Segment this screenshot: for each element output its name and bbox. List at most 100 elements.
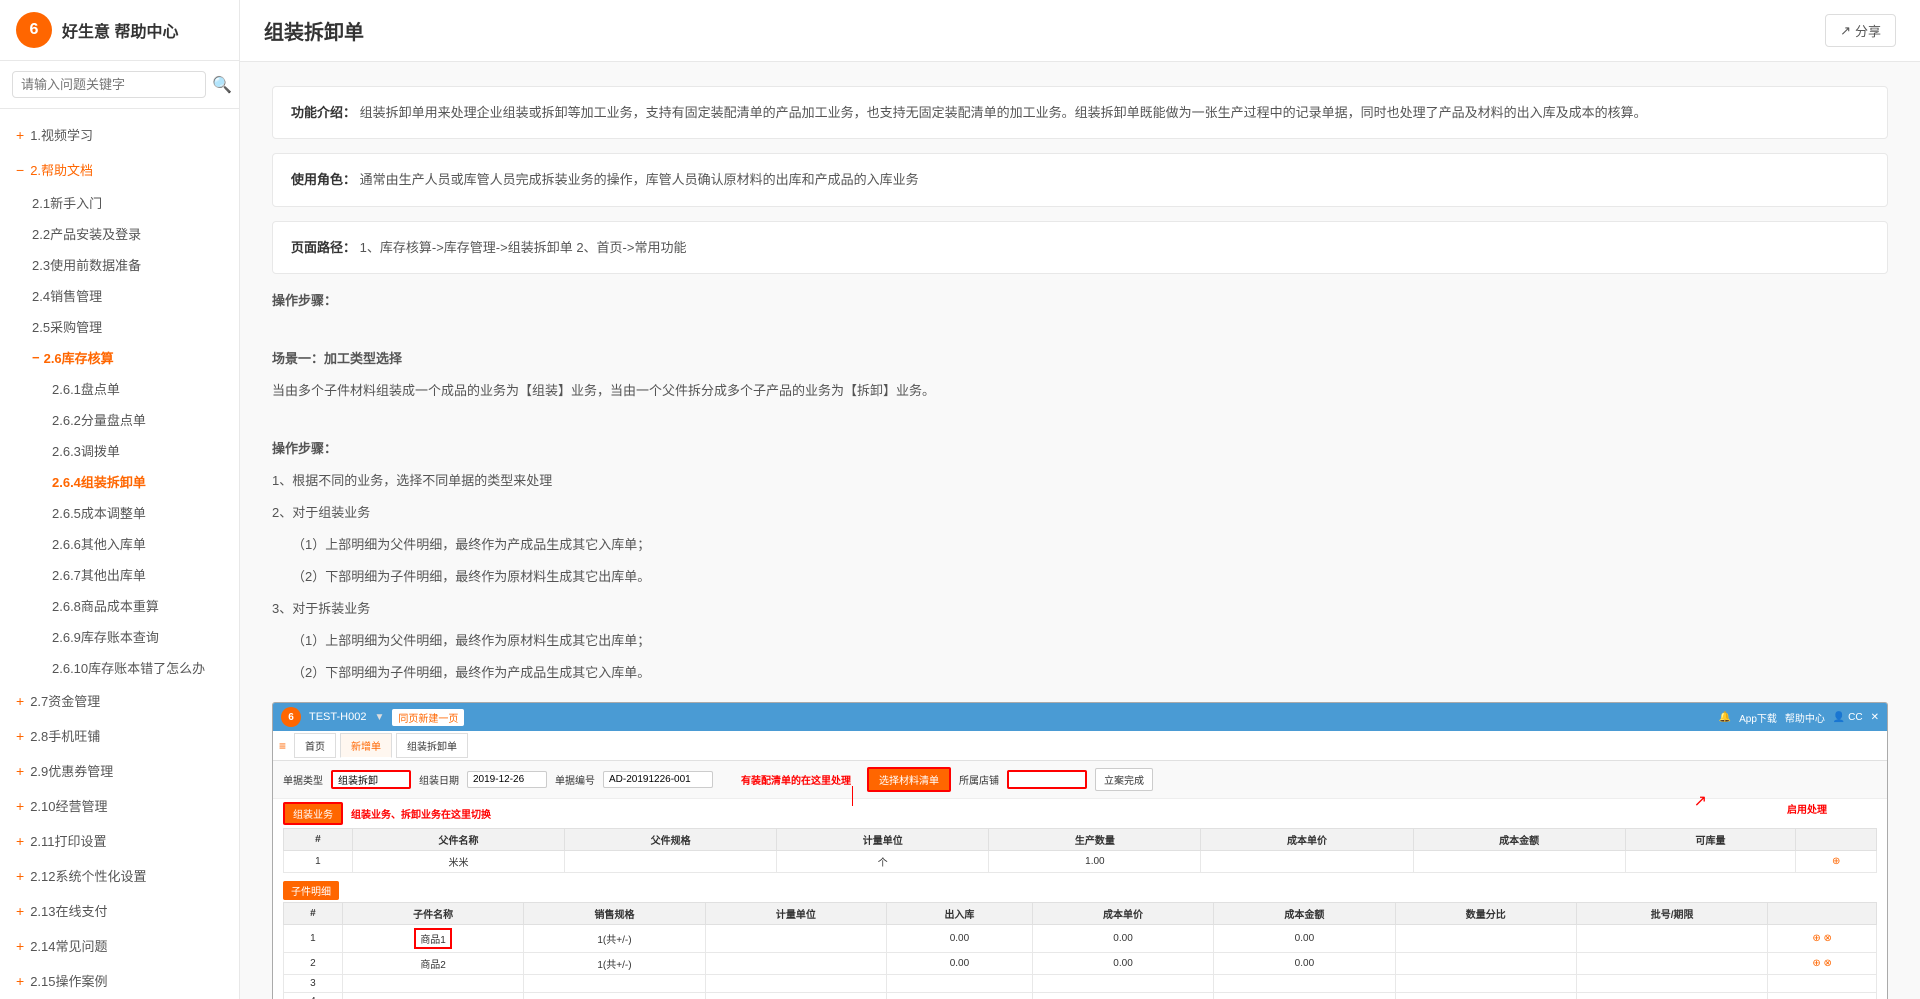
search-input[interactable]	[12, 71, 206, 98]
row-ratio	[1395, 925, 1576, 953]
form-date-label: 组装日期	[419, 772, 459, 787]
row-num: 2	[284, 953, 343, 975]
sidebar-item-label: 2.6.2分量盘点单	[52, 410, 146, 429]
sidebar-item-costcalc[interactable]: 2.6.8商品成本重算	[0, 590, 239, 621]
form-order-input[interactable]	[603, 771, 713, 788]
path-label: 页面路径：	[291, 240, 356, 255]
row-batch	[1576, 953, 1767, 975]
lower-table-row-2: 2 商品2 1(共+/-) 0.00 0.00 0.00 ⊕ ⊗	[284, 953, 1877, 975]
row-unit	[705, 925, 886, 953]
sidebar-item-label: 2.6.3调拨单	[52, 441, 120, 460]
col-actions	[1796, 829, 1877, 851]
plus-icon: +	[16, 973, 24, 989]
sidebar-item-costadj[interactable]: 2.6.5成本调整单	[0, 497, 239, 528]
row-cost: 0.00	[887, 925, 1033, 953]
col-unit: 计量单位	[705, 903, 886, 925]
sidebar-item-stockcheck[interactable]: 2.6.9库存账本查询	[0, 621, 239, 652]
sidebar-item-coupon[interactable]: + 2.9优惠券管理	[0, 753, 239, 788]
sidebar-item-adjustment[interactable]: 2.6.3调拨单	[0, 435, 239, 466]
row-action[interactable]: ⊕ ⊗	[1768, 925, 1877, 953]
step2-2-text: （2）下部明细为子件明细，最终作为原材料生成其它出库单。	[272, 564, 1888, 590]
sidebar-item-label: 2.帮助文档	[30, 160, 93, 179]
sidebar-item-onlinepay[interactable]: + 2.13在线支付	[0, 893, 239, 928]
form-type-label: 单据类型	[283, 772, 323, 787]
function-intro-block: 功能介绍： 组装拆卸单用来处理企业组装或拆卸等加工业务，支持有固定装配清单的产品…	[272, 86, 1888, 139]
sidebar-item-sysconfig[interactable]: + 2.12系统个性化设置	[0, 858, 239, 893]
close-icon[interactable]: ✕	[1871, 712, 1879, 723]
sidebar-item-label: 2.6.6其他入库单	[52, 534, 146, 553]
share-label: 分享	[1855, 21, 1881, 40]
function-intro-label: 功能介绍：	[291, 105, 356, 120]
app-icon-help: 帮助中心	[1785, 710, 1825, 725]
sidebar-item-label: 2.7资金管理	[30, 691, 100, 710]
sidebar-item-purchase[interactable]: 2.5采购管理	[0, 311, 239, 342]
sidebar-item-label: 2.11打印设置	[30, 831, 106, 850]
sidebar-item-stockerr[interactable]: 2.6.10库存账本错了怎么办	[0, 652, 239, 683]
row-cost-amount	[1413, 851, 1625, 873]
col-qty: 生产数量	[989, 829, 1201, 851]
app-tab-new[interactable]: 新增单	[340, 733, 392, 758]
row-spec: 1(共+/-)	[524, 925, 705, 953]
row-num: 1	[284, 925, 343, 953]
sidebar-item-operation[interactable]: + 2.10经营管理	[0, 788, 239, 823]
sidebar-item-cases[interactable]: + 2.15操作案例	[0, 963, 239, 998]
sidebar-item-faq[interactable]: + 2.14常见问题	[0, 928, 239, 963]
sidebar-item-label: 2.9优惠券管理	[30, 761, 113, 780]
sidebar-item-prepare[interactable]: 2.3使用前数据准备	[0, 249, 239, 280]
sidebar-item-video[interactable]: + 1.视频学习	[0, 117, 239, 152]
sidebar-item-label: 2.2产品安装及登录	[32, 224, 141, 243]
app-tab-assembly[interactable]: 组装拆卸单	[396, 733, 468, 758]
app-neworder-btn[interactable]: 同页新建一页	[392, 709, 464, 726]
plus-icon: +	[16, 763, 24, 779]
sidebar-item-inventory[interactable]: − 2.6库存核算	[0, 342, 239, 373]
sidebar-item-label: 2.3使用前数据准备	[32, 255, 141, 274]
app-search-btn[interactable]: 立案完成	[1095, 768, 1153, 791]
step2-1-text: （1）上部明细为父件明细，最终作为产成品生成其它入库单；	[272, 532, 1888, 558]
form-type-input[interactable]	[331, 770, 411, 789]
row-action[interactable]: ⊕ ⊗	[1768, 953, 1877, 975]
sidebar-item-print[interactable]: + 2.11打印设置	[0, 823, 239, 858]
sidebar-item-otherin[interactable]: 2.6.6其他入库单	[0, 528, 239, 559]
form-org-input[interactable]	[1007, 770, 1087, 789]
sidebar-item-install[interactable]: 2.2产品安装及登录	[0, 218, 239, 249]
function-intro-text: 组装拆卸单用来处理企业组装或拆卸等加工业务，支持有固定装配清单的产品加工业务，也…	[360, 105, 1647, 120]
app-icon-user: 👤 CC	[1833, 712, 1863, 723]
logo-text: 好生意 帮助中心	[62, 18, 178, 42]
assembly-type-btn[interactable]: 组装业务	[283, 802, 343, 825]
sidebar-item-stocktake[interactable]: 2.6.1盘点单	[0, 373, 239, 404]
plus-icon: +	[16, 938, 24, 954]
sidebar-item-mobile[interactable]: + 2.8手机旺铺	[0, 718, 239, 753]
role-text: 通常由生产人员或库管人员完成拆装业务的操作，库管人员确认原材料的出库和产成品的入…	[360, 172, 919, 187]
col-cost-amount: 成本金额	[1413, 829, 1625, 851]
sidebar-item-partialtake[interactable]: 2.6.2分量盘点单	[0, 404, 239, 435]
row-amount: 0.00	[1032, 953, 1213, 975]
sidebar-item-label: 1.视频学习	[30, 125, 93, 144]
col-sales-spec: 计量单位	[777, 829, 989, 851]
sidebar-item-new[interactable]: 2.1新手入门	[0, 187, 239, 218]
plus-icon: +	[16, 127, 24, 143]
sidebar-item-label: 2.14常见问题	[30, 936, 107, 955]
row-spec: 1(共+/-)	[524, 953, 705, 975]
sidebar-item-otherout[interactable]: 2.6.7其他出库单	[0, 559, 239, 590]
app-toolbar-right: 🔔 App下载 帮助中心 👤 CC ✕	[1719, 710, 1879, 725]
upper-table-row: 1 米米 个 1.00 ⊕	[284, 851, 1877, 873]
form-date-input[interactable]	[467, 771, 547, 788]
row-action[interactable]: ⊕	[1796, 851, 1877, 873]
has-bom-annotation: 有装配清单的在这里处理	[741, 776, 851, 787]
sidebar-item-label: 2.15操作案例	[30, 971, 107, 990]
available-handle-annotation: 启用处理	[1787, 801, 1827, 816]
sidebar-item-assembly[interactable]: 2.6.4组装拆卸单	[0, 466, 239, 497]
share-button[interactable]: ↗ 分享	[1825, 14, 1896, 47]
app-tab-home[interactable]: 首页	[294, 733, 336, 758]
sidebar-item-docs[interactable]: − 2.帮助文档	[0, 152, 239, 187]
sidebar-item-finance[interactable]: + 2.7资金管理	[0, 683, 239, 718]
select-bom-btn[interactable]: 选择材料清单	[867, 767, 951, 792]
col-sales-spec2: 销售规格	[524, 903, 705, 925]
col-amount: 成本金额	[1214, 903, 1395, 925]
has-bom-area: 有装配清单的在这里处理	[741, 772, 851, 787]
app-logo: 6	[281, 707, 301, 727]
row-parent-name: 米米	[352, 851, 564, 873]
assembly-annotation-row: 组装业务 组装业务、拆卸业务在这里切换 ↗ 启用处理	[273, 799, 1887, 828]
sidebar-item-sales[interactable]: 2.4销售管理	[0, 280, 239, 311]
search-button[interactable]: 🔍	[212, 75, 232, 95]
